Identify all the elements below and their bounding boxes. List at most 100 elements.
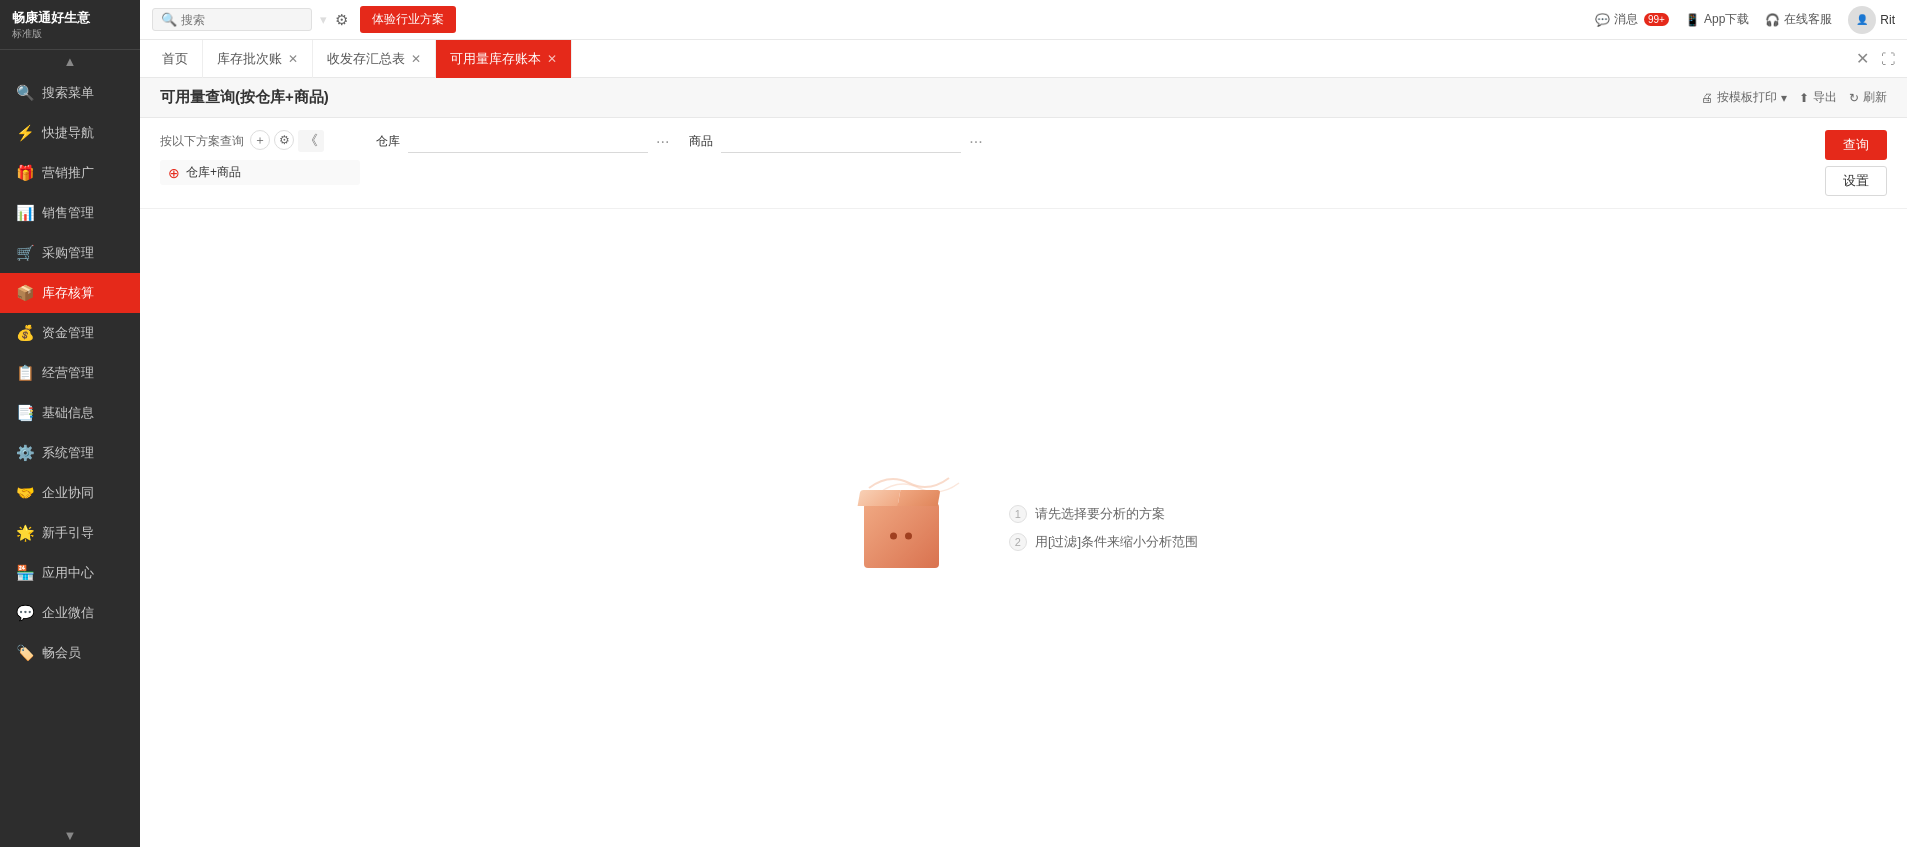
- sidebar-item-system[interactable]: ⚙️ 系统管理: [0, 433, 140, 473]
- sidebar-label-sales: 销售管理: [42, 204, 94, 222]
- print-dropdown-icon: ▾: [1781, 91, 1787, 105]
- search-icon: 🔍: [161, 12, 177, 27]
- online-service-label: 在线客服: [1784, 11, 1832, 28]
- tab-summary-label: 收发存汇总表: [327, 50, 405, 68]
- page-header: 可用量查询(按仓库+商品) 🖨 按模板打印 ▾ ⬆ 导出 ↻ 刷新: [140, 78, 1907, 118]
- sidebar-icon-purchase: 🛒: [16, 244, 34, 262]
- sidebar-item-newbie[interactable]: 🌟新手引导: [0, 513, 140, 553]
- hint-num-1: 1: [1009, 505, 1027, 523]
- sidebar-label-inventory: 库存核算: [42, 284, 94, 302]
- settings-button[interactable]: 设置: [1825, 166, 1887, 196]
- topbar-right: 💬 消息 99+ 📱 App下载 🎧 在线客服 👤 Rit: [1595, 6, 1895, 34]
- empty-hint-2: 2 用[过滤]条件来缩小分析范围: [1009, 533, 1198, 551]
- topbar-separator: ▾: [320, 12, 327, 27]
- filter-schema-label-text: 按以下方案查询: [160, 133, 244, 150]
- online-service-button[interactable]: 🎧 在线客服: [1765, 11, 1832, 28]
- warehouse-input[interactable]: [408, 130, 648, 153]
- empty-eye-right: [905, 532, 912, 539]
- service-icon: 🎧: [1765, 13, 1780, 27]
- sidebar-icon-member: 🏷️: [16, 644, 34, 662]
- export-icon: ⬆: [1799, 91, 1809, 105]
- sidebar-item-search[interactable]: 🔍搜索菜单: [0, 73, 140, 113]
- warehouse-more-icon[interactable]: ···: [656, 133, 669, 151]
- empty-illustration: [849, 468, 969, 588]
- warehouse-label: 仓库: [376, 133, 400, 150]
- expand-button[interactable]: ⛶: [1877, 47, 1899, 71]
- empty-box-lid-left: [857, 490, 900, 506]
- industry-solution-button[interactable]: 体验行业方案: [360, 6, 456, 33]
- tab-summary[interactable]: 收发存汇总表 ✕: [313, 40, 436, 78]
- sidebar-item-marketing[interactable]: 🎁营销推广: [0, 153, 140, 193]
- sidebar-icon-shortcut: ⚡: [16, 124, 34, 142]
- tab-summary-close[interactable]: ✕: [411, 52, 421, 66]
- sidebar-icon-basic: 📑: [16, 404, 34, 422]
- app-download-button[interactable]: 📱 App下载: [1685, 11, 1749, 28]
- export-button[interactable]: ⬆ 导出: [1799, 89, 1837, 106]
- export-label: 导出: [1813, 89, 1837, 106]
- print-button[interactable]: 🖨 按模板打印 ▾: [1701, 89, 1787, 106]
- empty-hints: 1 请先选择要分析的方案 2 用[过滤]条件来缩小分析范围: [1009, 505, 1198, 551]
- sidebar-item-wechat[interactable]: 💬企业微信: [0, 593, 140, 633]
- tab-available[interactable]: 可用量库存账本 ✕: [436, 40, 572, 78]
- settings-schema-button[interactable]: ⚙: [274, 130, 294, 150]
- tab-batch[interactable]: 库存批次账 ✕: [203, 40, 313, 78]
- sidebar-item-purchase[interactable]: 🛒采购管理: [0, 233, 140, 273]
- sidebar-icon-system: ⚙️: [16, 444, 34, 462]
- message-icon: 💬: [1595, 13, 1610, 27]
- content-area: 可用量查询(按仓库+商品) 🖨 按模板打印 ▾ ⬆ 导出 ↻ 刷新: [140, 78, 1907, 847]
- sidebar-icon-enterprise: 🤝: [16, 484, 34, 502]
- sidebar-scroll-up[interactable]: ▲: [0, 50, 140, 73]
- sidebar-label-member: 畅会员: [42, 644, 81, 662]
- empty-box-body: [864, 503, 939, 568]
- goods-input[interactable]: [721, 130, 961, 153]
- sidebar-icon-sales: 📊: [16, 204, 34, 222]
- message-label: 消息: [1614, 11, 1638, 28]
- sidebar-item-sales[interactable]: 📊 销售管理: [0, 193, 140, 233]
- refresh-button[interactable]: ↻ 刷新: [1849, 89, 1887, 106]
- tab-batch-close[interactable]: ✕: [288, 52, 298, 66]
- print-label: 按模板打印: [1717, 89, 1777, 106]
- empty-hint-1: 1 请先选择要分析的方案: [1009, 505, 1198, 523]
- message-button[interactable]: 💬 消息 99+: [1595, 11, 1669, 28]
- sidebar-nav: 🔍搜索菜单 ⚡ 快捷导航 🎁营销推广 📊 销售管理 🛒采购管理📦库存核算💰资金管理📋经营管理…: [0, 73, 140, 824]
- query-button[interactable]: 查询: [1825, 130, 1887, 160]
- logo-sub: 标准版: [12, 27, 128, 41]
- user-area[interactable]: 👤 Rit: [1848, 6, 1895, 34]
- goods-label: 商品: [689, 133, 713, 150]
- search-input[interactable]: [181, 13, 281, 27]
- sidebar-label-newbie: 新手引导: [42, 524, 94, 542]
- close-all-tabs-button[interactable]: ✕: [1852, 45, 1873, 72]
- sidebar-item-operation[interactable]: 📋经营管理: [0, 353, 140, 393]
- refresh-icon: ↻: [1849, 91, 1859, 105]
- sidebar-item-shortcut[interactable]: ⚡ 快捷导航: [0, 113, 140, 153]
- page-header-actions: 🖨 按模板打印 ▾ ⬆ 导出 ↻ 刷新: [1701, 89, 1887, 106]
- goods-more-icon[interactable]: ···: [969, 133, 982, 151]
- sidebar-label-appstore: 应用中心: [42, 564, 94, 582]
- app-download-label: App下载: [1704, 11, 1749, 28]
- sidebar-item-member[interactable]: 🏷️ 畅会员: [0, 633, 140, 673]
- topbar-search-box[interactable]: 🔍: [152, 8, 312, 31]
- schema-warehouse-goods[interactable]: ⊕ 仓库+商品: [160, 160, 360, 185]
- tabs-right-actions: ✕ ⛶: [1852, 45, 1899, 72]
- print-icon: 🖨: [1701, 91, 1713, 105]
- tab-available-close[interactable]: ✕: [547, 52, 557, 66]
- tab-home[interactable]: 首页: [148, 40, 203, 78]
- filter-schema-label: 按以下方案查询 ＋ ⚙ 《: [160, 130, 360, 152]
- sidebar-icon-finance: 💰: [16, 324, 34, 342]
- collapse-schema-button[interactable]: 《: [298, 130, 324, 152]
- add-schema-button[interactable]: ＋: [250, 130, 270, 150]
- sidebar-label-system: 系统管理: [42, 444, 94, 462]
- empty-state: 1 请先选择要分析的方案 2 用[过滤]条件来缩小分析范围: [140, 209, 1907, 847]
- sidebar-item-appstore[interactable]: 🏪应用中心: [0, 553, 140, 593]
- sidebar-label-shortcut: 快捷导航: [42, 124, 94, 142]
- sidebar-item-enterprise[interactable]: 🤝企业协同: [0, 473, 140, 513]
- sidebar-item-inventory[interactable]: 📦库存核算: [0, 273, 140, 313]
- sidebar-item-finance[interactable]: 💰资金管理: [0, 313, 140, 353]
- schema-icon: ⊕: [168, 165, 180, 181]
- sidebar-scroll-down[interactable]: ▼: [0, 824, 140, 847]
- schema-item-label: 仓库+商品: [186, 164, 241, 181]
- main-area: 🔍 ▾ ⚙ 体验行业方案 💬 消息 99+ 📱 App下载 🎧 在线客服 👤 R…: [140, 0, 1907, 847]
- sidebar-label-search: 搜索菜单: [42, 84, 94, 102]
- sidebar-item-basic[interactable]: 📑基础信息: [0, 393, 140, 433]
- gear-icon[interactable]: ⚙: [335, 11, 348, 29]
